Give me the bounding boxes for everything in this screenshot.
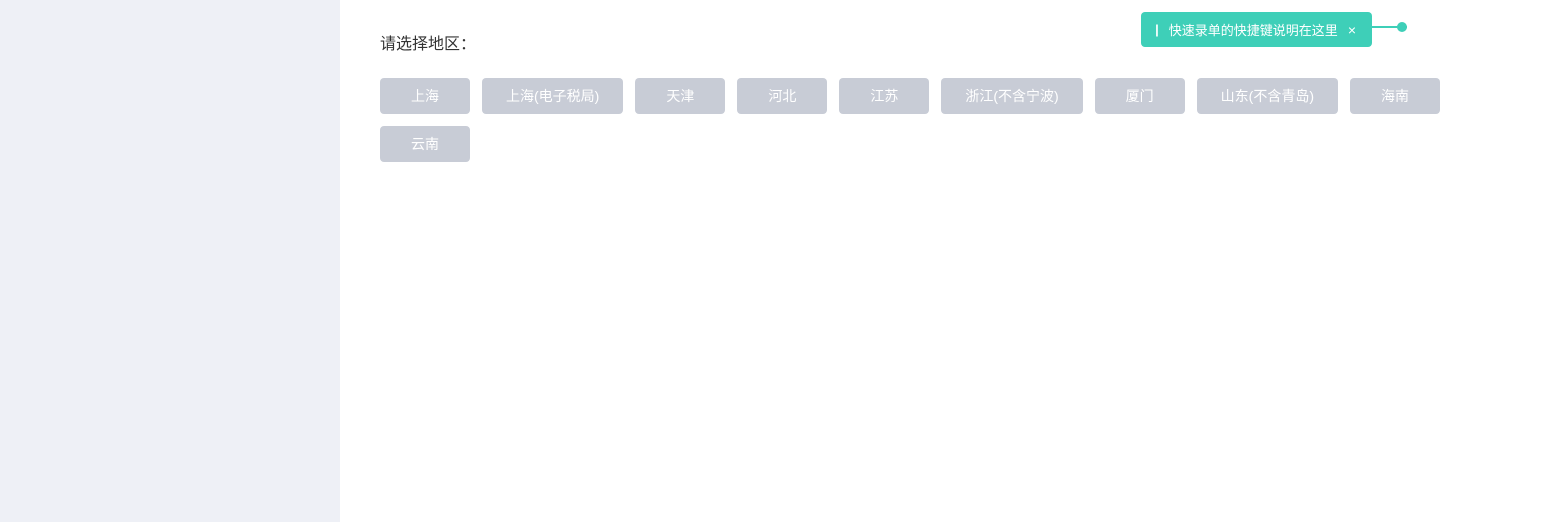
region-btn-hainan[interactable]: 海南	[1350, 78, 1440, 114]
region-btn-hebei[interactable]: 河北	[737, 78, 827, 114]
region-btn-shandong[interactable]: 山东(不含青岛)	[1197, 78, 1338, 114]
main-content: 请选择地区： 上海上海(电子税局)天津河北江苏浙江(不含宁波)厦门山东(不含青岛…	[340, 0, 1562, 522]
region-btn-zhejiang[interactable]: 浙江(不含宁波)	[941, 78, 1082, 114]
region-btn-xiamen[interactable]: 厦门	[1095, 78, 1185, 114]
region-btn-jiangsu[interactable]: 江苏	[839, 78, 929, 114]
region-buttons-container: 上海上海(电子税局) 天津河北江苏浙江(不含宁波) 厦门山东(不含青岛) 海南云南	[380, 78, 1522, 162]
connector-dot	[1397, 22, 1407, 32]
tooltip-text: 快速录单的快捷键说明在这里	[1169, 20, 1338, 39]
region-btn-shanghai-etax[interactable]: 上海(电子税局)	[482, 78, 623, 114]
region-btn-tianjin[interactable]: 天津	[635, 78, 725, 114]
region-btn-yunnan[interactable]: 云南	[380, 126, 470, 162]
tooltip-banner: 快速录单的快捷键说明在这里 ×	[1141, 12, 1372, 47]
tooltip-close-button[interactable]: ×	[1346, 22, 1358, 38]
sidebar	[0, 0, 340, 522]
region-btn-shanghai[interactable]: 上海	[380, 78, 470, 114]
